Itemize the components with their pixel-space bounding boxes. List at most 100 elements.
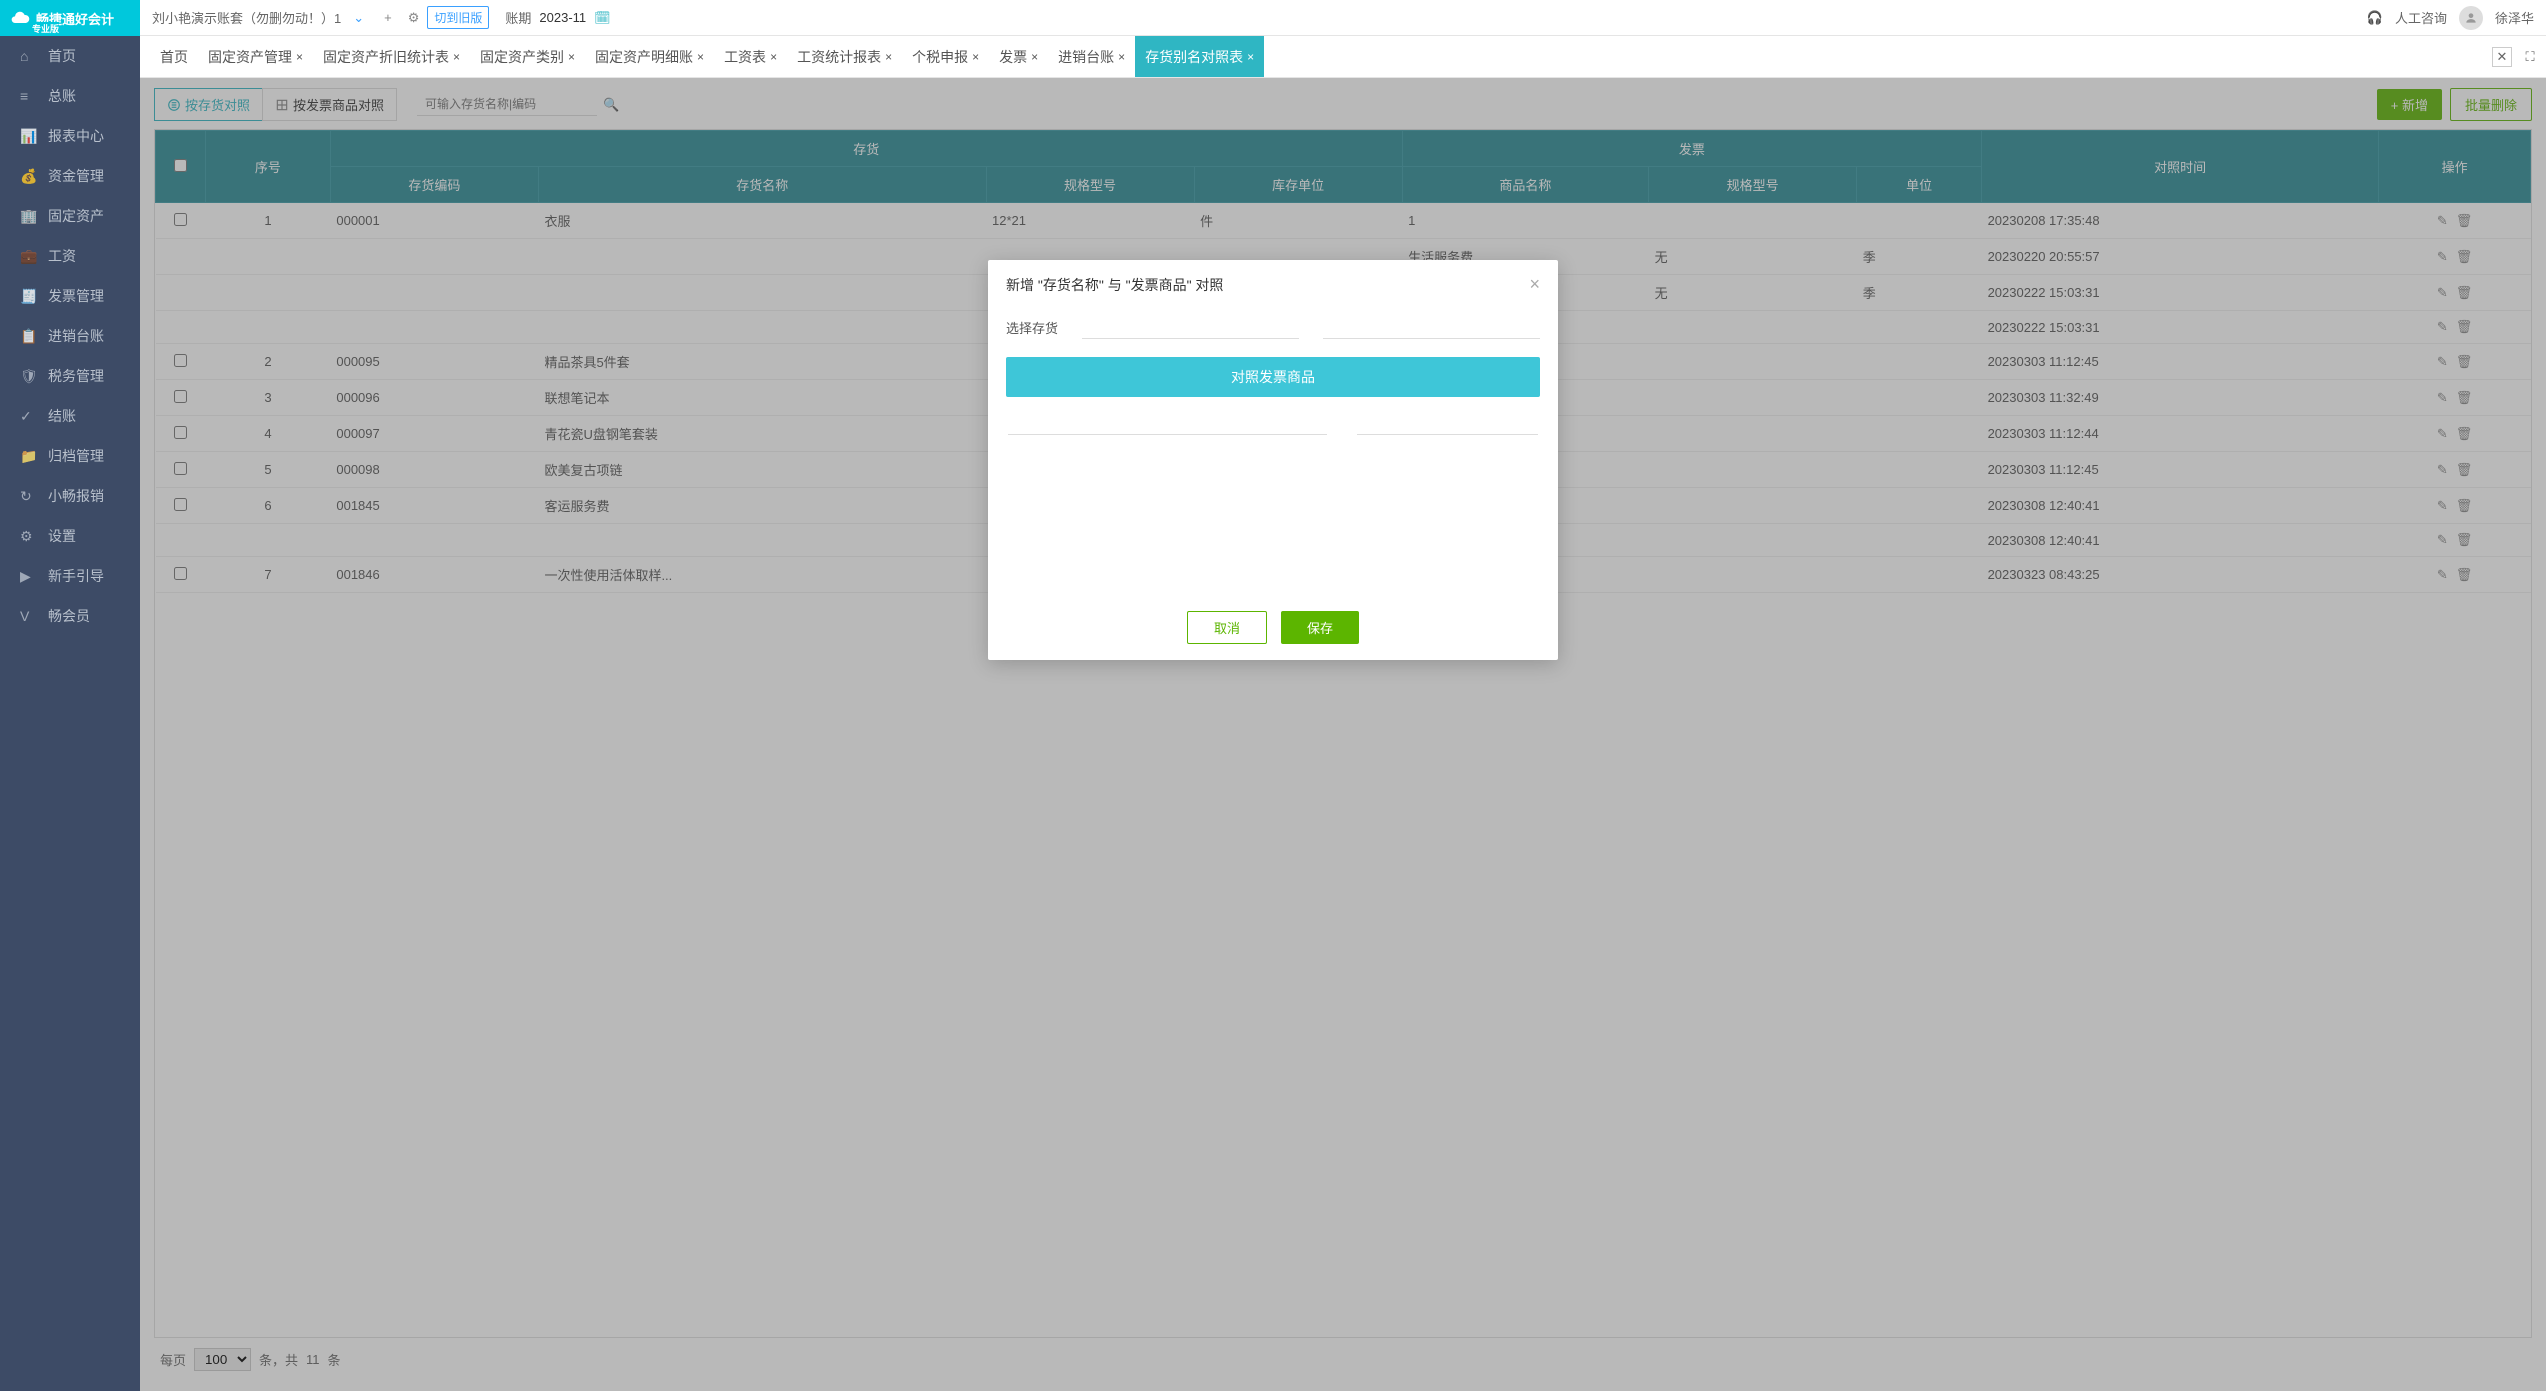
sidebar-item[interactable]: 💼 工资 (0, 236, 140, 276)
nav-label: 资金管理 (48, 166, 104, 186)
nav-icon: ⚙ (20, 528, 36, 544)
nav-label: 税务管理 (48, 366, 104, 386)
sidebar-item[interactable]: V 畅会员 (0, 596, 140, 636)
nav-label: 进销台账 (48, 326, 104, 346)
user-name[interactable]: 徐泽华 (2495, 8, 2534, 27)
tab[interactable]: 固定资产明细账 × (585, 36, 714, 77)
mapping-field-1[interactable] (1008, 411, 1327, 435)
tab-label: 首页 (160, 47, 188, 67)
tab-label: 个税申报 (912, 47, 968, 67)
tab-close-icon[interactable]: × (697, 50, 704, 64)
match-invoice-goods-button[interactable]: 对照发票商品 (1006, 357, 1540, 397)
sidebar-item[interactable]: ✓ 结账 (0, 396, 140, 436)
sidebar-item[interactable]: ⚙ 设置 (0, 516, 140, 556)
modal-close-icon[interactable]: × (1529, 274, 1540, 295)
tab-label: 固定资产管理 (208, 47, 292, 67)
tab-label: 固定资产明细账 (595, 47, 693, 67)
sidebar-item[interactable]: 🏢 固定资产 (0, 196, 140, 236)
brand-edition: 专业版 (32, 22, 59, 35)
tab-label: 固定资产类别 (480, 47, 564, 67)
tab-close-icon[interactable]: × (1247, 50, 1254, 64)
nav-icon: ✓ (20, 408, 36, 424)
close-all-tabs-icon[interactable]: ✕ (2492, 47, 2512, 67)
switch-old-button[interactable]: 切到旧版 (427, 6, 489, 29)
tab-close-icon[interactable]: × (885, 50, 892, 64)
nav-icon: ▶ (20, 568, 36, 584)
headset-icon[interactable]: 🎧 (2367, 10, 2383, 26)
fullscreen-icon[interactable]: ⛶ (2520, 47, 2540, 67)
tab[interactable]: 存货别名对照表 × (1135, 36, 1264, 77)
tab[interactable]: 首页 (150, 36, 198, 77)
consult-link[interactable]: 人工咨询 (2395, 8, 2447, 27)
nav-icon: 📋 (20, 328, 36, 344)
nav-icon: V (20, 608, 36, 624)
nav-icon: 📁 (20, 448, 36, 464)
nav-label: 新手引导 (48, 566, 104, 586)
account-dropdown-icon[interactable]: ⌄ (353, 10, 364, 26)
tab-close-icon[interactable]: × (1031, 50, 1038, 64)
sidebar-item[interactable]: 🛡 税务管理 (0, 356, 140, 396)
nav-icon: 🧾 (20, 288, 36, 304)
avatar[interactable] (2459, 6, 2483, 30)
save-button[interactable]: 保存 (1281, 611, 1359, 644)
tab-close-icon[interactable]: × (453, 50, 460, 64)
nav-label: 发票管理 (48, 286, 104, 306)
select-inventory-input[interactable] (1082, 315, 1299, 339)
select-inventory-label: 选择存货 (1006, 318, 1058, 337)
nav-icon: 💼 (20, 248, 36, 264)
tab-label: 工资表 (724, 47, 766, 67)
period-label: 账期 (505, 8, 531, 27)
tab[interactable]: 固定资产折旧统计表 × (313, 36, 470, 77)
sidebar-item[interactable]: 💰资金管理 (0, 156, 140, 196)
tab-close-icon[interactable]: × (972, 50, 979, 64)
sidebar-item[interactable]: 🧾 发票管理 (0, 276, 140, 316)
nav-label: 工资 (48, 246, 76, 266)
tab[interactable]: 工资统计报表× (787, 36, 902, 77)
nav-label: 首页 (48, 46, 76, 66)
nav-icon: ↻ (20, 488, 36, 504)
add-icon[interactable]: + (384, 10, 392, 25)
sidebar-item[interactable]: 📋 进销台账 (0, 316, 140, 356)
tab-label: 发票 (999, 47, 1027, 67)
tab-close-icon[interactable]: × (1118, 50, 1125, 64)
calendar-icon[interactable]: 🗓 (594, 10, 611, 26)
sidebar: 畅捷通好会计 专业版 ⌂ 首页 ≡总账📊报表中心💰资金管理 🏢 固定资产 💼 工资 🧾 发票管理… (0, 0, 140, 1391)
modal-title: 新增 "存货名称" 与 "发票商品" 对照 (1006, 275, 1223, 295)
sidebar-item[interactable]: ⌂ 首页 (0, 36, 140, 76)
select-inventory-input-2[interactable] (1323, 315, 1540, 339)
tab[interactable]: 固定资产管理 × (198, 36, 313, 77)
tab-close-icon[interactable]: × (296, 50, 303, 64)
sidebar-item[interactable]: ≡总账 (0, 76, 140, 116)
nav-icon: 🏢 (20, 208, 36, 224)
cancel-button[interactable]: 取消 (1187, 611, 1267, 644)
nav-label: 小畅报销 (48, 486, 104, 506)
tab-label: 固定资产折旧统计表 (323, 47, 449, 67)
sidebar-item[interactable]: 📊报表中心 (0, 116, 140, 156)
nav-label: 固定资产 (48, 206, 104, 226)
nav-label: 畅会员 (48, 606, 90, 626)
tab-close-icon[interactable]: × (770, 50, 777, 64)
nav-label: 设置 (48, 526, 76, 546)
nav-icon: 🛡 (20, 368, 36, 384)
tab-label: 存货别名对照表 (1145, 47, 1243, 67)
tab[interactable]: 进销台账× (1048, 36, 1135, 77)
tab[interactable]: 工资表 × (714, 36, 787, 77)
tab[interactable]: 固定资产类别 × (470, 36, 585, 77)
logo: 畅捷通好会计 专业版 (0, 0, 140, 36)
tab-close-icon[interactable]: × (568, 50, 575, 64)
sidebar-item[interactable]: ↻ 小畅报销 (0, 476, 140, 516)
period-value[interactable]: 2023-11 (539, 10, 586, 25)
nav-label: 归档管理 (48, 446, 104, 466)
nav-icon: ⌂ (20, 48, 36, 64)
mapping-field-2[interactable] (1357, 411, 1538, 435)
sidebar-item[interactable]: ▶ 新手引导 (0, 556, 140, 596)
cloud-icon (10, 8, 30, 28)
nav-label: 总账 (48, 86, 76, 106)
nav-label: 结账 (48, 406, 76, 426)
account-name[interactable]: 刘小艳演示账套（勿删勿动！）1 (152, 8, 341, 27)
sidebar-item[interactable]: 📁 归档管理 (0, 436, 140, 476)
tab[interactable]: 发票 × (989, 36, 1048, 77)
nav-label: 报表中心 (48, 126, 104, 146)
settings-icon[interactable]: ⚙ (408, 10, 420, 26)
tab[interactable]: 个税申报 × (902, 36, 989, 77)
